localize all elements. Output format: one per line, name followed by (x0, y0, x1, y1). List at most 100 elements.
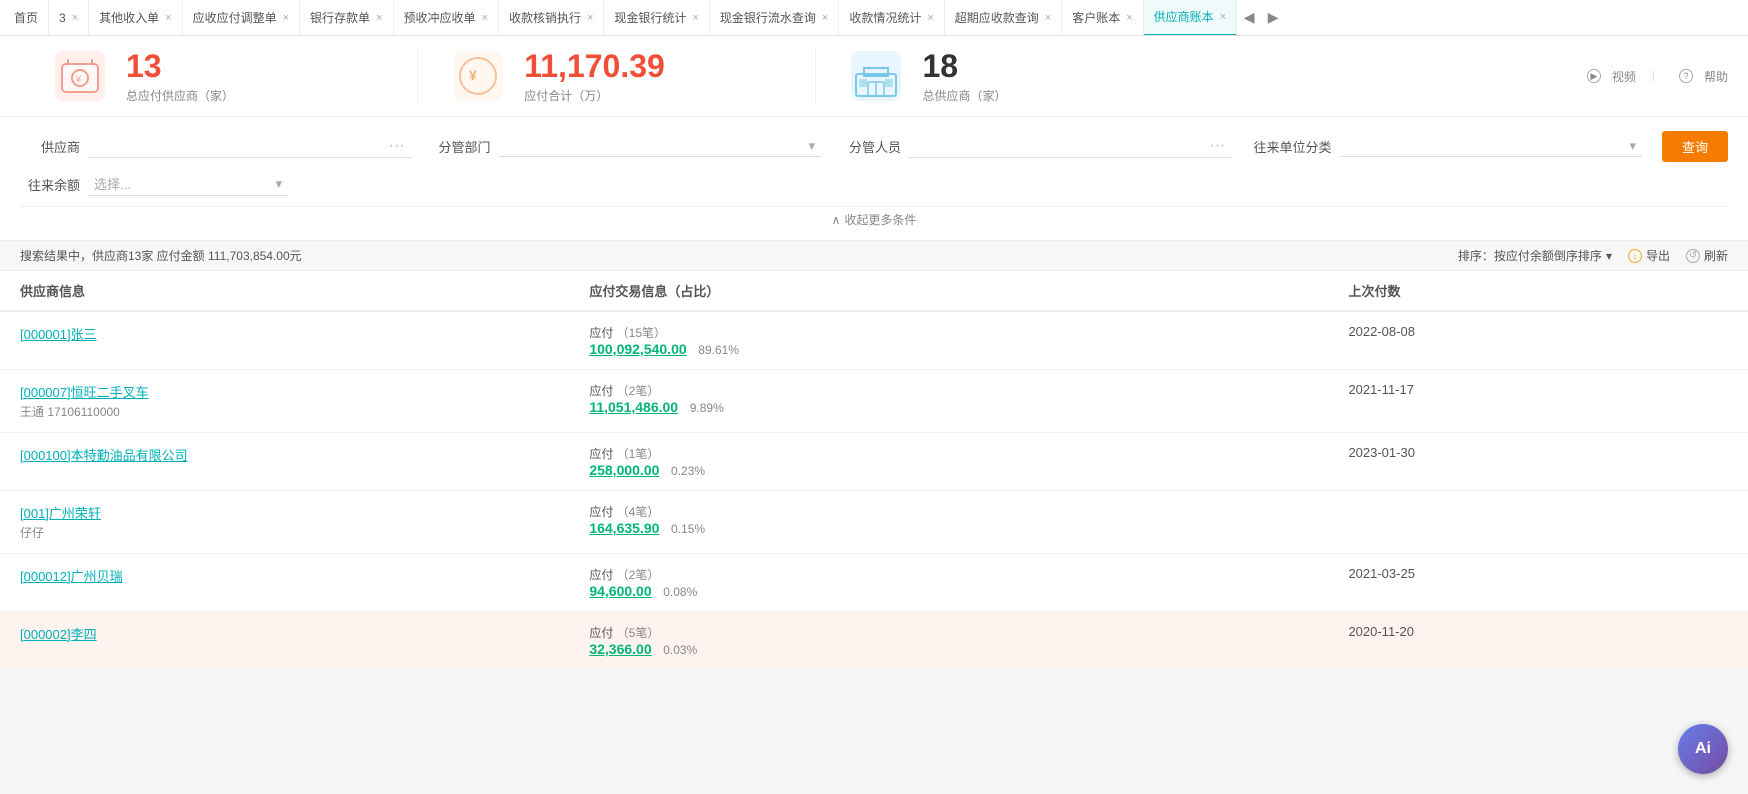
nav-tab-cash-bank-flow-label: 现金银行流水查询 (720, 9, 816, 26)
person-input[interactable] (915, 139, 1210, 154)
collapse-button[interactable]: ∧ 收起更多条件 (20, 206, 1728, 232)
video-btn[interactable]: ▶ 视频 (1579, 68, 1636, 85)
close-icon[interactable]: × (376, 12, 382, 24)
nav-tab-bank-deposit[interactable]: 银行存款单 × (300, 0, 393, 36)
nav-tab-overdue-collect-label: 超期应收款查询 (955, 9, 1039, 26)
search-area: 供应商 ··· 分管部门 ▾ 分管人员 ··· 往来单位分类 (0, 117, 1748, 241)
close-icon[interactable]: × (1045, 12, 1051, 24)
row-supplier-0: [000001]张三 (20, 324, 589, 343)
nav-tab-other-income[interactable]: 其他收入单 × (89, 0, 182, 36)
export-icon: ↓ (1628, 249, 1642, 263)
nav-tab-collection-verify[interactable]: 收款核销执行 × (499, 0, 604, 36)
row-transaction-0: 应付 （15笔） 100,092,540.00 89.61% (589, 324, 1348, 357)
balance-select[interactable]: 选择... ▾ (88, 172, 288, 196)
search-field-supplier: 供应商 ··· (20, 135, 411, 158)
supplier-link-2[interactable]: [000100]本特勤油品有限公司 (20, 448, 188, 463)
help-btn[interactable]: ? 帮助 (1671, 68, 1728, 85)
supplier-link-5[interactable]: [000002]李四 (20, 627, 97, 642)
supplier-link-4[interactable]: [000012]广州贝瑞 (20, 569, 123, 584)
close-icon[interactable]: × (72, 12, 78, 24)
table-row: [001]广州荣轩 仔仔 应付 （4笔） 164,635.90 0.15% (0, 491, 1748, 554)
row-lastpay-5: 2020-11-20 (1348, 624, 1728, 639)
svg-text:¥: ¥ (75, 74, 82, 84)
chevron-down-icon: ▾ (1629, 138, 1636, 154)
balance-label: 往来余额 (20, 175, 80, 194)
supplier-input[interactable] (94, 139, 389, 154)
stat2-label: 应付合计（万） (524, 87, 665, 104)
amount-link-3[interactable]: 164,635.90 (589, 520, 659, 536)
close-icon[interactable]: × (1126, 12, 1132, 24)
nav-tab-ap-adjust[interactable]: 应收应付调整单 × (183, 0, 300, 36)
trans-info-5: 应付 （5笔） 32,366.00 0.03% (589, 624, 697, 657)
nav-tab-cash-bank-flow[interactable]: 现金银行流水查询 × (710, 0, 839, 36)
refresh-button[interactable]: ↺ 刷新 (1686, 247, 1728, 264)
close-icon[interactable]: × (1220, 11, 1226, 23)
nav-tab-advance-collect-label: 预收冲应收单 (404, 9, 476, 26)
nav-tab-home[interactable]: 首页 (4, 0, 49, 36)
col-header-supplier: 供应商信息 (20, 281, 589, 300)
trans-info-4: 应付 （2笔） 94,600.00 0.08% (589, 566, 697, 599)
supplier-input-wrap[interactable]: ··· (88, 135, 411, 158)
close-icon[interactable]: × (927, 12, 933, 24)
amount-link-2[interactable]: 258,000.00 (589, 462, 659, 478)
chevron-down-icon: ▾ (275, 176, 282, 192)
results-bar: 搜索结果中，供应商13家 应付金额 111,703,854.00元 排序：按应付… (0, 241, 1748, 271)
amount-link-5[interactable]: 32,366.00 (589, 641, 651, 657)
data-table: 供应商信息 应付交易信息（占比） 上次付数 [000001]张三 应付 （15笔… (0, 271, 1748, 670)
amount-link-0[interactable]: 100,092,540.00 (589, 341, 686, 357)
table-row: [000100]本特勤油品有限公司 应付 （1笔） 258,000.00 0.2… (0, 433, 1748, 491)
amount-link-4[interactable]: 94,600.00 (589, 583, 651, 599)
ap-amount-row-0: 100,092,540.00 89.61% (589, 341, 739, 357)
close-icon[interactable]: × (283, 12, 289, 24)
ai-button[interactable]: Ai (1678, 724, 1728, 774)
nav-tab-cash-bank-stats[interactable]: 现金银行统计 × (604, 0, 709, 36)
summary-block-2: ¥ 11,170.39 应付合计（万） (418, 46, 816, 106)
ap-label-2: 应付 （1笔） (589, 445, 705, 462)
sort-button[interactable]: 排序：按应付余额倒序排序 ▾ (1458, 247, 1612, 264)
query-button[interactable]: 查询 (1662, 131, 1728, 162)
close-icon[interactable]: × (165, 12, 171, 24)
supplier-link-1[interactable]: [000007]恒旺二手叉车 (20, 385, 149, 400)
summary-block-1: ¥ 13 总应付供应商（家） (20, 46, 418, 106)
category-select[interactable]: ▾ (1340, 136, 1643, 157)
close-icon[interactable]: × (482, 12, 488, 24)
nav-tab-supplier-account[interactable]: 供应商账本 × (1144, 0, 1237, 36)
search-field-balance: 往来余额 选择... ▾ (20, 172, 1728, 196)
dept-select[interactable]: ▾ (499, 136, 822, 157)
ap-label-5: 应付 （5笔） (589, 624, 697, 641)
search-field-dept: 分管部门 ▾ (431, 136, 822, 157)
nav-arrow-left[interactable]: ◀ (1237, 0, 1261, 36)
row-transaction-3: 应付 （4笔） 164,635.90 0.15% (589, 503, 1348, 536)
close-icon[interactable]: × (822, 12, 828, 24)
close-icon[interactable]: × (587, 12, 593, 24)
supplier-link-3[interactable]: [001]广州荣轩 (20, 506, 101, 521)
amount-link-1[interactable]: 11,051,486.00 (589, 399, 678, 415)
nav-tab-collection-stats[interactable]: 收款情况统计 × (839, 0, 944, 36)
table-body: [000001]张三 应付 （15笔） 100,092,540.00 89.61… (0, 312, 1748, 670)
nav-tab-customer-account[interactable]: 客户账本 × (1062, 0, 1143, 36)
export-button[interactable]: ↓ 导出 (1628, 247, 1670, 264)
person-dots-icon[interactable]: ··· (1210, 137, 1226, 155)
results-right-actions: 排序：按应付余额倒序排序 ▾ ↓ 导出 ↺ 刷新 (1458, 247, 1728, 264)
refresh-icon: ↺ (1686, 249, 1700, 263)
close-icon[interactable]: × (692, 12, 698, 24)
nav-arrow-right[interactable]: ▶ (1261, 0, 1285, 36)
nav-tab-advance-collect[interactable]: 预收冲应收单 × (394, 0, 499, 36)
export-label: 导出 (1646, 247, 1670, 264)
stat1-num: 13 (126, 48, 234, 85)
person-label: 分管人员 (841, 137, 901, 156)
summary-block-3: 18 总供应商（家） (816, 46, 1550, 106)
table-row: [000001]张三 应付 （15笔） 100,092,540.00 89.61… (0, 312, 1748, 370)
ap-amount-row-5: 32,366.00 0.03% (589, 641, 697, 657)
nav-tab-collection-stats-label: 收款情况统计 (849, 9, 921, 26)
supplier-link-0[interactable]: [000001]张三 (20, 327, 97, 342)
ap-label-0: 应付 （15笔） (589, 324, 739, 341)
nav-tab-overdue-collect[interactable]: 超期应收款查询 × (945, 0, 1062, 36)
person-input-wrap[interactable]: ··· (909, 135, 1232, 158)
help-circle-icon: ? (1679, 69, 1693, 83)
percent-5: 0.03% (663, 643, 697, 657)
supplier-dots-icon[interactable]: ··· (389, 137, 405, 155)
table-row: [000007]恒旺二手叉车 王通 17106110000 应付 （2笔） 11… (0, 370, 1748, 433)
nav-tab-cash-bank-stats-label: 现金银行统计 (614, 9, 686, 26)
nav-tab-t3[interactable]: 3 × (49, 0, 89, 36)
